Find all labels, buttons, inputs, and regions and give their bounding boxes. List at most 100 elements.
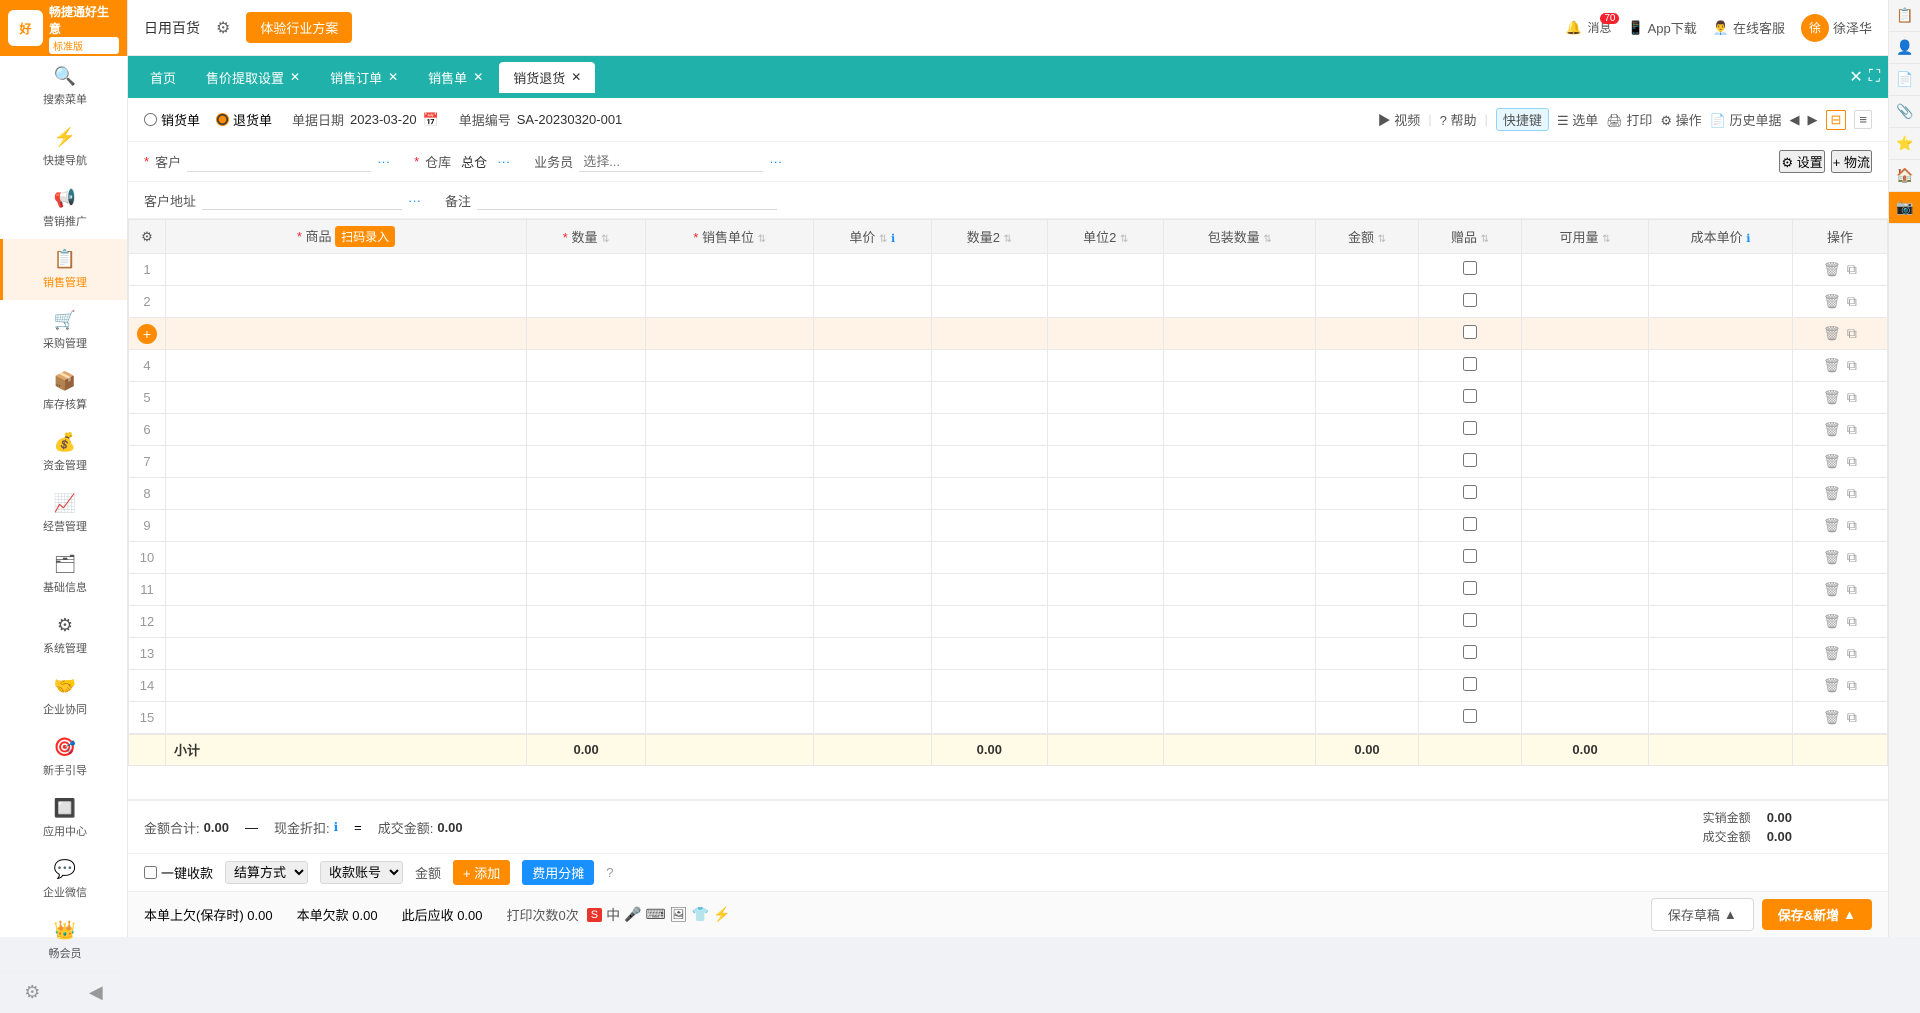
amount-sort-icon[interactable]: ⇅ <box>1378 234 1386 245</box>
available-cell[interactable] <box>1521 286 1648 318</box>
copy-row-icon[interactable]: ⧉ <box>1847 293 1857 310</box>
sidebar-item-sales[interactable]: 📋 销售管理 <box>0 239 127 300</box>
close-tab-sales-return[interactable]: ✕ <box>571 70 581 84</box>
delete-row-icon[interactable]: 🗑 <box>1823 709 1841 726</box>
copy-row-icon[interactable]: ⧉ <box>1847 261 1857 278</box>
copy-row-icon[interactable]: ⧉ <box>1847 389 1857 406</box>
gift-cell[interactable] <box>1418 254 1521 286</box>
right-panel-doc[interactable]: 📋 <box>1889 0 1920 32</box>
copy-row-icon[interactable]: ⧉ <box>1847 709 1857 726</box>
pack-qty-cell[interactable] <box>1164 318 1316 350</box>
tab-home[interactable]: 首页 <box>136 62 190 93</box>
unit-sort-icon[interactable]: ⇅ <box>758 234 766 245</box>
gift-cell[interactable] <box>1418 286 1521 318</box>
tab-price-settings[interactable]: 售价提取设置 ✕ <box>192 62 314 93</box>
close-all-tabs[interactable]: ✕ <box>1849 67 1862 87</box>
radio-sales-slip[interactable]: 销货单 <box>144 110 200 129</box>
sidebar-item-enterprise[interactable]: 🤝 企业协同 <box>0 666 127 727</box>
qty2-cell[interactable] <box>931 286 1047 318</box>
settings-button[interactable]: ⚙ 设置 <box>1779 150 1824 173</box>
delete-row-icon[interactable]: 🗑 <box>1823 549 1841 566</box>
unit2-cell[interactable] <box>1048 254 1164 286</box>
delete-row-icon[interactable]: 🗑 <box>1823 581 1841 598</box>
video-tool[interactable]: ▶ 视频 <box>1378 110 1421 129</box>
delete-row-icon[interactable]: 🗑 <box>1823 293 1841 310</box>
price-cell[interactable] <box>814 254 932 286</box>
price-sort-icon[interactable]: ⇅ <box>879 234 887 245</box>
sidebar-item-wechat[interactable]: 💬 企业微信 <box>0 849 127 910</box>
unit-cell[interactable] <box>646 286 814 318</box>
tool-icon-6[interactable]: ⚡ <box>713 906 730 923</box>
delete-row-icon[interactable]: 🗑 <box>1823 389 1841 406</box>
delete-row-icon[interactable]: 🗑 <box>1823 645 1841 662</box>
pack-qty-cell[interactable] <box>1164 286 1316 318</box>
app-download-link[interactable]: 📱 App下载 <box>1627 18 1696 37</box>
remarks-input[interactable] <box>477 190 777 210</box>
settlement-select[interactable]: 结算方式 <box>225 861 308 884</box>
sidebar-item-quick-nav[interactable]: ⚡ 快捷导航 <box>0 117 127 178</box>
settings-bottom-icon[interactable]: ⚙ <box>24 982 40 1003</box>
sidebar-item-finance[interactable]: 💰 资金管理 <box>0 422 127 483</box>
tool-icon-5[interactable]: 👕 <box>692 906 709 923</box>
sidebar-item-system[interactable]: ⚙ 系统管理 <box>0 605 127 666</box>
header-gear-button[interactable]: ⚙ <box>216 18 230 38</box>
discount-info-icon[interactable]: ℹ <box>334 820 339 834</box>
right-panel-note[interactable]: 📄 <box>1889 64 1920 96</box>
add-payment-button[interactable]: + 添加 <box>453 860 510 885</box>
copy-row-icon[interactable]: ⧉ <box>1847 485 1857 502</box>
delete-row-icon[interactable]: 🗑 <box>1823 453 1841 470</box>
tool-icon-1[interactable]: 中 <box>606 905 620 925</box>
address-input[interactable] <box>202 190 402 210</box>
amount-cell[interactable] <box>1316 286 1419 318</box>
cost-price-cell[interactable] <box>1649 286 1793 318</box>
qty2-cell[interactable] <box>931 318 1047 350</box>
tab-sales-order[interactable]: 销售订单 ✕ <box>316 62 412 93</box>
amount-cell[interactable] <box>1316 254 1419 286</box>
copy-row-icon[interactable]: ⧉ <box>1847 453 1857 470</box>
product-input-highlight[interactable] <box>174 326 518 341</box>
unit2-sort-icon[interactable]: ⇅ <box>1120 234 1128 245</box>
user-profile[interactable]: 徐 徐泽华 <box>1801 14 1872 42</box>
gift-cell[interactable] <box>1418 318 1521 350</box>
sidebar-item-member[interactable]: 👑 畅会员 <box>0 910 127 971</box>
qty-cell[interactable] <box>527 286 646 318</box>
right-panel-attach[interactable]: 📎 <box>1889 96 1920 128</box>
sidebar-item-inventory[interactable]: 📦 库存核算 <box>0 361 127 422</box>
shortcut-tool[interactable]: 快捷键 <box>1496 108 1549 131</box>
available-cell[interactable] <box>1521 318 1648 350</box>
save-new-button[interactable]: 保存&新增 ▲ <box>1762 899 1872 930</box>
delete-row-icon[interactable]: 🗑 <box>1823 613 1841 630</box>
customer-search-dots[interactable]: ··· <box>377 154 390 169</box>
copy-row-icon[interactable]: ⧉ <box>1847 645 1857 662</box>
history-tool[interactable]: 📄 历史单据 <box>1710 110 1782 129</box>
tool-icon-2[interactable]: 🎤 <box>624 906 641 923</box>
customer-input[interactable] <box>187 152 371 172</box>
unit2-cell[interactable] <box>1048 286 1164 318</box>
logistics-button[interactable]: + 物流 <box>1831 150 1872 173</box>
right-panel-user[interactable]: 👤 <box>1889 32 1920 64</box>
grid-view-icon[interactable]: ⊟ <box>1826 110 1847 130</box>
price-cell[interactable] <box>814 286 932 318</box>
warehouse-search-dots[interactable]: ··· <box>497 154 510 169</box>
delete-row-icon[interactable]: 🗑 <box>1823 517 1841 534</box>
qty2-sort-icon[interactable]: ⇅ <box>1004 234 1012 245</box>
qty2-cell[interactable] <box>931 254 1047 286</box>
sidebar-item-search[interactable]: 🔍 搜索菜单 <box>0 56 127 117</box>
notification-bell[interactable]: 🔔 70 消息 <box>1566 19 1612 36</box>
delete-row-icon[interactable]: 🗑 <box>1823 421 1841 438</box>
copy-row-icon[interactable]: ⧉ <box>1847 357 1857 374</box>
sidebar-item-app-center[interactable]: 🔲 应用中心 <box>0 788 127 849</box>
price-info-icon[interactable]: ℹ <box>891 233 895 245</box>
unit-cell[interactable] <box>646 318 814 350</box>
delete-row-icon[interactable]: 🗑 <box>1823 325 1841 342</box>
copy-row-icon[interactable]: ⧉ <box>1847 517 1857 534</box>
delete-row-icon[interactable]: 🗑 <box>1823 485 1841 502</box>
account-select[interactable]: 收款账号 账号 <box>320 861 403 884</box>
radio-return-slip[interactable]: 退货单 <box>216 110 272 129</box>
expense-split-button[interactable]: 费用分摊 <box>522 860 594 885</box>
close-tab-sales-slip[interactable]: ✕ <box>473 70 483 84</box>
cost-info-icon[interactable]: ℹ <box>1746 233 1750 245</box>
collapse-icon[interactable]: ◀ <box>89 982 103 1003</box>
right-panel-camera[interactable]: 📷 <box>1889 192 1920 224</box>
qty-cell[interactable] <box>527 254 646 286</box>
